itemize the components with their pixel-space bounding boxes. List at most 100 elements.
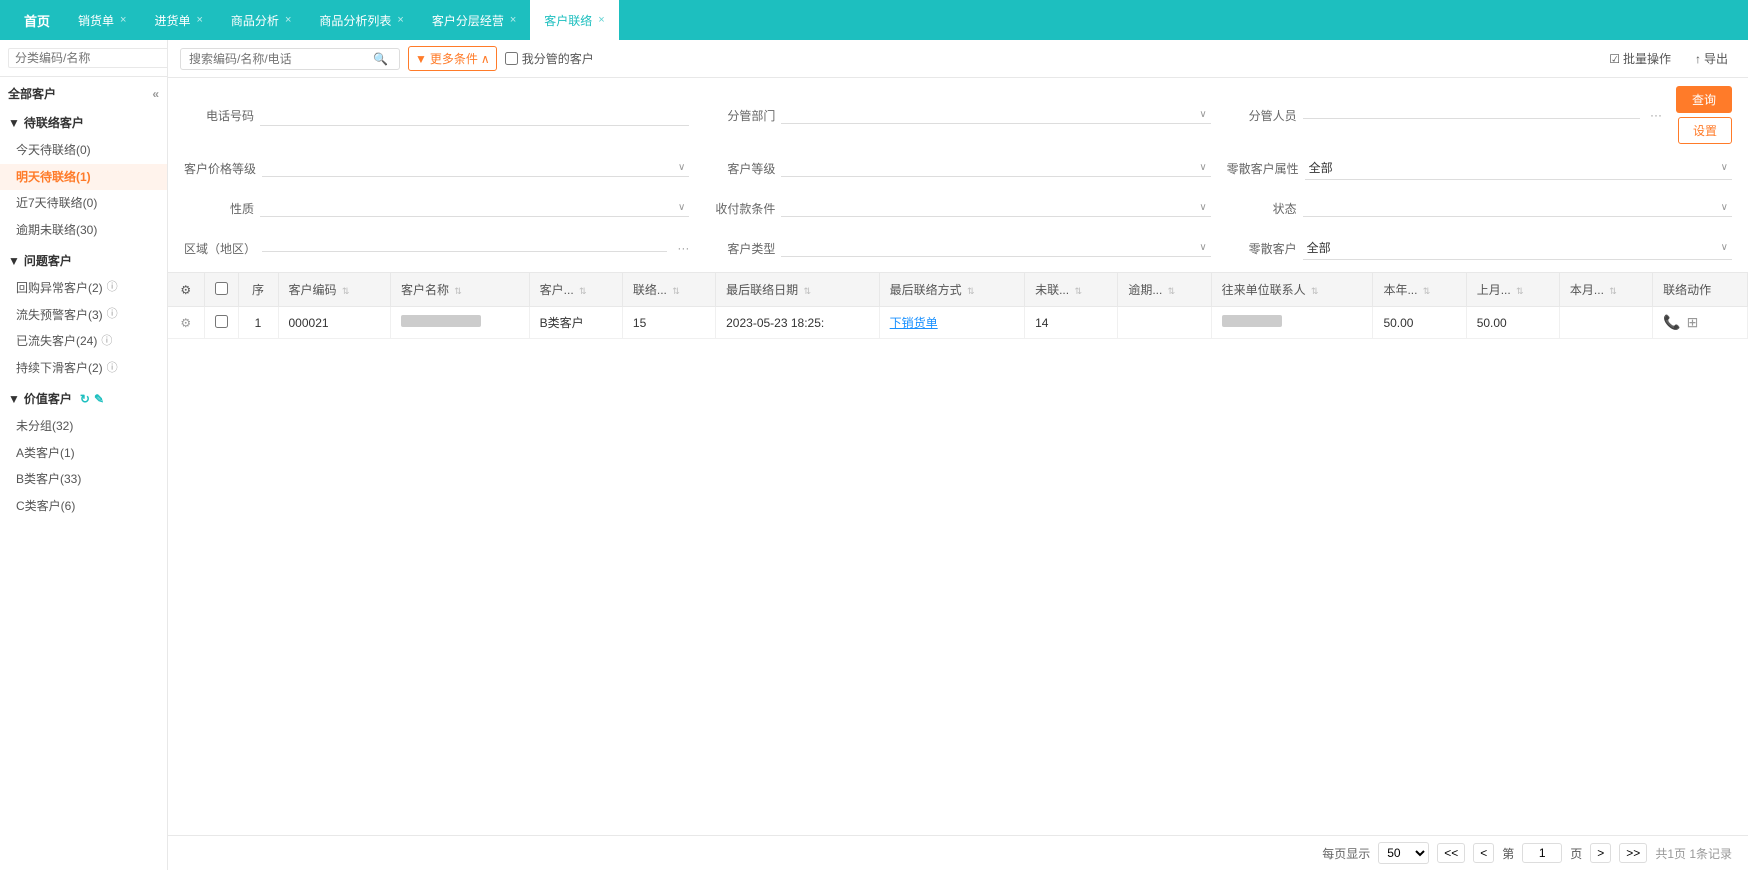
filter-retail-customer: 零散客户 全部 ∨ xyxy=(1227,232,1732,264)
toolbar-search-icon[interactable]: 🔍 xyxy=(373,52,388,66)
filter-manager-select[interactable] xyxy=(1303,112,1640,119)
filter-panel: 电话号码 分管部门 ∨ 分管人员 ··· 查询 设置 xyxy=(168,78,1748,273)
nav-product-list[interactable]: 商品分析列表 × xyxy=(305,0,417,40)
row-no: 1 xyxy=(238,307,278,339)
sidebar-item-declining[interactable]: 持续下滑客户(2) ⓘ xyxy=(0,355,167,382)
query-btn[interactable]: 查询 xyxy=(1676,86,1732,113)
region-dots-icon[interactable]: ··· xyxy=(677,241,689,255)
filter-region-select[interactable] xyxy=(262,245,667,252)
col-header-name[interactable]: 客户名称 ⇅ xyxy=(390,273,529,307)
filter-dept-select[interactable]: ∨ xyxy=(781,106,1210,124)
sidebar-item-type-a[interactable]: A类客户(1) xyxy=(0,440,167,467)
retail-customer-chevron: ∨ xyxy=(1721,242,1728,253)
sort-not-icon: ⇅ xyxy=(1074,286,1082,296)
sidebar-section-value: ▼ 价值客户 ↻ ✎ xyxy=(0,386,167,413)
nav-product-analysis-close[interactable]: × xyxy=(285,14,291,26)
filter-phone-input[interactable] xyxy=(260,105,689,126)
filter-price-grade-select[interactable]: ∨ xyxy=(262,159,689,177)
col-header-check[interactable] xyxy=(204,273,238,307)
filter-region: 区域（地区） ··· xyxy=(184,232,689,264)
nav-product-list-close[interactable]: × xyxy=(397,14,403,26)
filter-icon: ▼ xyxy=(415,52,427,66)
sidebar-item-week[interactable]: 近7天待联络(0) xyxy=(0,190,167,217)
select-all-checkbox[interactable] xyxy=(215,282,228,295)
col-header-last-method[interactable]: 最后联络方式 ⇅ xyxy=(879,273,1024,307)
nav-sales[interactable]: 销货单 × xyxy=(64,0,140,40)
table-row: ⚙ 1 000021 B类客户 15 2023-05-23 18:25: 下销货… xyxy=(168,307,1748,339)
sidebar-item-type-b[interactable]: B类客户(33) xyxy=(0,466,167,493)
nav-purchase-close[interactable]: × xyxy=(196,14,202,26)
bulk-ops-btn[interactable]: ☑ 批量操作 xyxy=(1601,47,1679,70)
manager-dots-icon[interactable]: ··· xyxy=(1650,108,1662,122)
action-grid-icon[interactable]: ⊞ xyxy=(1687,314,1699,331)
sidebar-item-type-c[interactable]: C类客户(6) xyxy=(0,493,167,520)
row-check[interactable] xyxy=(204,307,238,339)
col-header-last-date[interactable]: 最后联络日期 ⇅ xyxy=(716,273,880,307)
filter-manager: 分管人员 ··· 查询 设置 xyxy=(1227,86,1732,144)
sidebar-item-today[interactable]: 今天待联络(0) xyxy=(0,137,167,164)
all-customers-collapse-icon[interactable]: « xyxy=(152,87,159,101)
info-icon-repurchase: ⓘ xyxy=(107,280,118,295)
filter-price-grade: 客户价格等级 ∨ xyxy=(184,152,689,184)
my-customers-checkbox[interactable] xyxy=(505,52,518,65)
export-btn[interactable]: ↑ 导出 xyxy=(1687,47,1736,70)
my-customers-label[interactable]: 我分管的客户 xyxy=(505,50,594,67)
sidebar-item-ungrouped[interactable]: 未分组(32) xyxy=(0,413,167,440)
export-icon: ↑ xyxy=(1695,52,1701,66)
col-header-last-month[interactable]: 上月... ⇅ xyxy=(1466,273,1559,307)
row-last-method[interactable]: 下销货单 xyxy=(879,307,1024,339)
page-input[interactable] xyxy=(1522,843,1562,863)
col-header-contact-count[interactable]: 联络... ⇅ xyxy=(622,273,715,307)
col-header-overdue[interactable]: 逾期... ⇅ xyxy=(1118,273,1211,307)
col-header-not-contacted[interactable]: 未联... ⇅ xyxy=(1025,273,1118,307)
value-refresh-icon[interactable]: ↻ xyxy=(80,391,90,408)
filter-more-btn[interactable]: ▼ 更多条件 ∧ xyxy=(408,46,497,71)
filter-retail-attr-select[interactable]: 全部 ∨ xyxy=(1305,156,1732,180)
action-phone-icon[interactable]: 📞 xyxy=(1663,314,1680,331)
row-not-contacted: 14 xyxy=(1025,307,1118,339)
nav-sales-close[interactable]: × xyxy=(120,14,126,26)
col-header-gear[interactable]: ⚙ xyxy=(168,273,204,307)
value-edit-icon[interactable]: ✎ xyxy=(94,391,104,408)
sidebar-search-input[interactable] xyxy=(8,48,168,68)
col-header-code[interactable]: 客户编码 ⇅ xyxy=(278,273,390,307)
page-size-select[interactable]: 50 100 200 xyxy=(1378,842,1429,864)
sort-person-icon: ⇅ xyxy=(1311,286,1319,296)
filter-status-select[interactable]: ∨ xyxy=(1303,199,1732,217)
filter-customer-type-select[interactable]: ∨ xyxy=(781,239,1210,257)
row-contact-person xyxy=(1211,307,1373,339)
last-page-btn[interactable]: >> xyxy=(1619,843,1647,863)
nav-home[interactable]: 首页 xyxy=(10,0,64,40)
first-page-btn[interactable]: << xyxy=(1437,843,1465,863)
sidebar-item-tomorrow[interactable]: 明天待联络(1) xyxy=(0,164,167,191)
filter-phone: 电话号码 xyxy=(184,86,689,144)
filter-nature-select[interactable]: ∨ xyxy=(260,199,689,217)
sidebar-item-repurchase-abnormal[interactable]: 回购异常客户(2) ⓘ xyxy=(0,275,167,302)
nav-customer-contact[interactable]: 客户联络 × xyxy=(530,0,618,40)
setting-btn[interactable]: 设置 xyxy=(1678,117,1732,144)
nav-purchase[interactable]: 进货单 × xyxy=(140,0,216,40)
nav-customer-contact-close[interactable]: × xyxy=(598,14,604,26)
sidebar-item-overdue[interactable]: 逾期未联络(30) xyxy=(0,217,167,244)
filter-customer-grade-select[interactable]: ∨ xyxy=(781,159,1210,177)
sidebar-item-churn-warning[interactable]: 流失预警客户(3) ⓘ xyxy=(0,302,167,329)
per-page-label: 每页显示 xyxy=(1322,845,1370,862)
next-page-btn[interactable]: > xyxy=(1590,843,1611,863)
col-header-this-month[interactable]: 本月... ⇅ xyxy=(1559,273,1652,307)
row-gear[interactable]: ⚙ xyxy=(168,307,204,339)
nav-customer-tier[interactable]: 客户分层经营 × xyxy=(418,0,530,40)
row-this-month xyxy=(1559,307,1652,339)
filter-retail-customer-select[interactable]: 全部 ∨ xyxy=(1303,236,1732,260)
col-header-type[interactable]: 客户... ⇅ xyxy=(529,273,622,307)
sort-date-icon: ⇅ xyxy=(803,286,811,296)
col-header-this-year[interactable]: 本年... ⇅ xyxy=(1373,273,1466,307)
prev-page-btn[interactable]: < xyxy=(1473,843,1494,863)
nav-customer-tier-close[interactable]: × xyxy=(510,14,516,26)
col-header-contact-person[interactable]: 往来单位联系人 ⇅ xyxy=(1211,273,1373,307)
nav-product-analysis[interactable]: 商品分析 × xyxy=(217,0,305,40)
col-header-action: 联络动作 xyxy=(1653,273,1748,307)
sidebar-item-churned[interactable]: 已流失客户(24) ⓘ xyxy=(0,328,167,355)
toolbar-search-input[interactable] xyxy=(189,52,369,66)
filter-payment-select[interactable]: ∨ xyxy=(781,199,1210,217)
toolbar-search-box: 🔍 xyxy=(180,48,400,70)
